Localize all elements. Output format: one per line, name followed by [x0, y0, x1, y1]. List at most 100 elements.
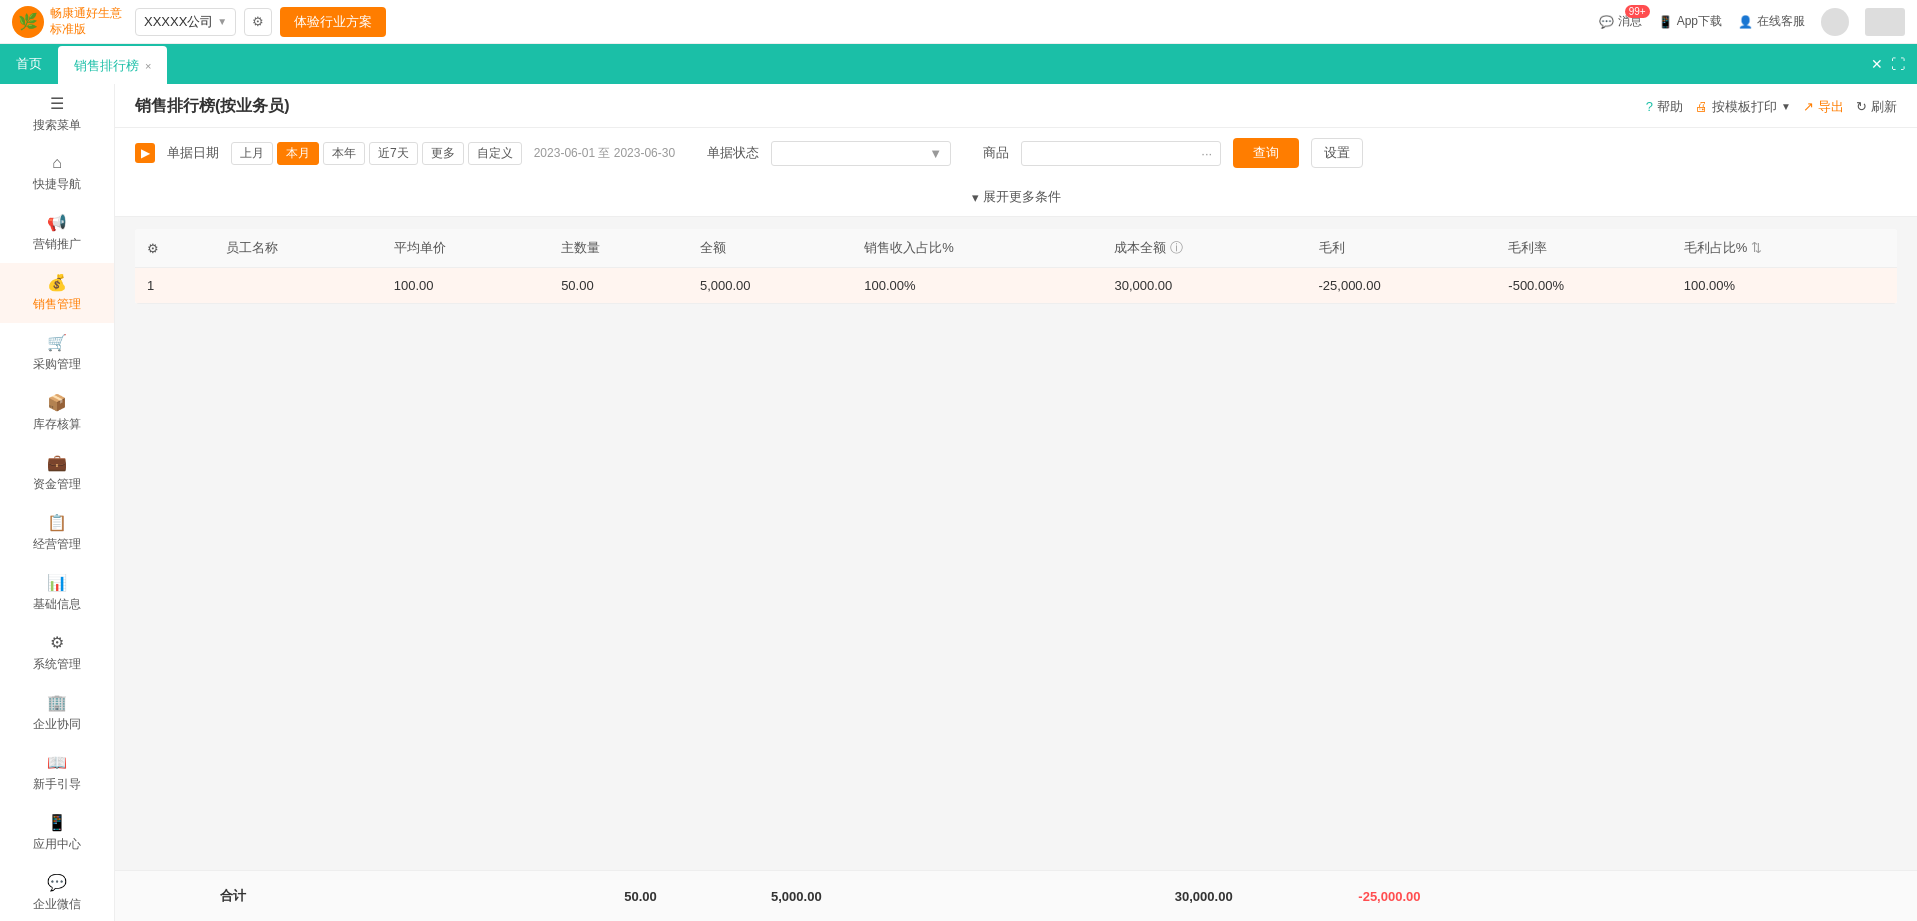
sidebar-item-inventory[interactable]: 📦 库存核算 [0, 383, 114, 443]
tab-sales-ranking[interactable]: 销售排行榜 × [58, 46, 167, 86]
sidebar-item-system[interactable]: ⚙ 系统管理 [0, 623, 114, 683]
page-header: 销售排行榜(按业务员) ? 帮助 🖨 按模板打印 ▼ ↗ 导出 ↻ 刷新 [115, 84, 1917, 128]
export-button[interactable]: ↗ 导出 [1803, 98, 1844, 116]
settings-small-button[interactable]: 设置 [1311, 138, 1363, 168]
sidebar-item-guide[interactable]: 📖 新手引导 [0, 743, 114, 803]
sidebar-item-purchase[interactable]: 🛒 采购管理 [0, 323, 114, 383]
footer-main-qty: 50.00 [612, 881, 759, 911]
status-filter-label: 单据状态 [707, 144, 759, 162]
print-icon: 🖨 [1695, 99, 1708, 114]
window-close-icon[interactable]: ✕ [1871, 56, 1883, 72]
sidebar-item-operations[interactable]: 📋 经营管理 [0, 503, 114, 563]
header-settings-button[interactable]: ⚙ [244, 8, 272, 36]
operations-icon: 📋 [47, 513, 67, 532]
sidebar-item-search-order[interactable]: ☰ 搜索菜单 [0, 84, 114, 144]
table-container: ⚙ 员工名称 平均单价 主数量 全额 销售收入占比% 成本全额 ⓘ 毛利 毛利率… [115, 217, 1917, 870]
nav-tabs: 首页 销售排行榜 × ✕ ⛶ [0, 44, 1917, 84]
th-amount: 全额 [688, 229, 852, 268]
th-settings: ⚙ [135, 229, 214, 268]
cell-gross-rate: -500.00% [1496, 268, 1671, 304]
footer-gross-rate [1530, 881, 1714, 911]
top-header: 🌿 畅康通好生意 标准版 XXXXX公司 ▼ ⚙ 体验行业方案 💬 消息 99+… [0, 0, 1917, 44]
data-table: ⚙ 员工名称 平均单价 主数量 全额 销售收入占比% 成本全额 ⓘ 毛利 毛利率… [135, 229, 1897, 304]
page-actions: ? 帮助 🖨 按模板打印 ▼ ↗ 导出 ↻ 刷新 [1646, 98, 1897, 126]
footer-row: 合计 50.00 5,000.00 30,000.00 -25,000.00 [135, 881, 1897, 911]
user-name[interactable] [1865, 8, 1905, 36]
cell-gross: -25,000.00 [1307, 268, 1497, 304]
cell-amount: 5,000.00 [688, 268, 852, 304]
download-icon: 📱 [1658, 15, 1673, 29]
chevron-down-icon: ▼ [929, 146, 942, 161]
footer-amount: 5,000.00 [759, 881, 943, 911]
filter-expand-arrow[interactable]: ▶ [135, 143, 155, 163]
date-btn-this-month[interactable]: 本月 [277, 142, 319, 165]
footer-empty [135, 881, 208, 911]
guide-icon: 📖 [47, 753, 67, 772]
cell-name [214, 268, 381, 304]
th-cost: 成本全额 ⓘ [1102, 229, 1306, 268]
th-gross: 毛利 [1307, 229, 1497, 268]
content-area: 销售排行榜(按业务员) ? 帮助 🖨 按模板打印 ▼ ↗ 导出 ↻ 刷新 [115, 84, 1917, 921]
filter-bar: ▶ 单据日期 上月 本月 本年 近7天 更多 自定义 2023-06-01 至 … [115, 128, 1917, 217]
tab-close-icon[interactable]: × [145, 60, 151, 72]
cell-main-qty: 50.00 [549, 268, 688, 304]
cell-avg-price: 100.00 [382, 268, 549, 304]
footer-sales-ratio [943, 881, 1163, 911]
table-row: 1 100.00 50.00 5,000.00 100.00% 30,000.0… [135, 268, 1897, 304]
main-layout: ☰ 搜索菜单 ⌂ 快捷导航 📢 营销推广 💰 销售管理 🛒 采购管理 📦 库存核… [0, 84, 1917, 921]
sidebar: ☰ 搜索菜单 ⌂ 快捷导航 📢 营销推广 💰 销售管理 🛒 采购管理 📦 库存核… [0, 84, 115, 921]
date-filter-label: 单据日期 [167, 144, 219, 162]
date-btn-last-month[interactable]: 上月 [231, 142, 273, 165]
tab-home[interactable]: 首页 [0, 44, 58, 84]
window-maximize-icon[interactable]: ⛶ [1891, 56, 1905, 72]
template-print-button[interactable]: 🖨 按模板打印 ▼ [1695, 98, 1791, 116]
date-range-display: 2023-06-01 至 2023-06-30 [534, 145, 675, 162]
sidebar-item-sales[interactable]: 💰 销售管理 [0, 263, 114, 323]
sales-icon: 💰 [47, 273, 67, 292]
refresh-icon: ↻ [1856, 99, 1867, 114]
help-button[interactable]: ? 帮助 [1646, 98, 1683, 116]
filter-expand-row: ▾ 展开更多条件 [135, 184, 1897, 206]
sidebar-item-apps[interactable]: 📱 应用中心 [0, 803, 114, 863]
sidebar-item-quick-nav[interactable]: ⌂ 快捷导航 [0, 144, 114, 203]
chevron-down-icon: ▼ [217, 16, 227, 27]
sort-icon[interactable]: ⇅ [1751, 240, 1762, 255]
industry-button[interactable]: 体验行业方案 [280, 7, 386, 37]
expand-more-btn[interactable]: ▾ 展开更多条件 [972, 188, 1061, 206]
export-icon: ↗ [1803, 99, 1814, 114]
sidebar-item-marketing[interactable]: 📢 营销推广 [0, 203, 114, 263]
goods-input[interactable]: ··· [1021, 141, 1221, 166]
basic-info-icon: 📊 [47, 573, 67, 592]
status-select[interactable]: ▼ [771, 141, 951, 166]
cell-cost: 30,000.00 [1102, 268, 1306, 304]
message-button[interactable]: 💬 消息 99+ [1599, 13, 1642, 30]
more-icon: ··· [1201, 146, 1212, 161]
table-header-row: ⚙ 员工名称 平均单价 主数量 全额 销售收入占比% 成本全额 ⓘ 毛利 毛利率… [135, 229, 1897, 268]
footer-gross: -25,000.00 [1346, 881, 1530, 911]
company-selector[interactable]: XXXXX公司 ▼ [135, 8, 236, 36]
system-icon: ⚙ [50, 633, 64, 652]
th-name: 员工名称 [214, 229, 381, 268]
sidebar-item-enterprise[interactable]: 🏢 企业协同 [0, 683, 114, 743]
date-btn-custom[interactable]: 自定义 [468, 142, 522, 165]
service-icon: 👤 [1738, 15, 1753, 29]
refresh-button[interactable]: ↻ 刷新 [1856, 98, 1897, 116]
date-btn-7days[interactable]: 近7天 [369, 142, 418, 165]
sidebar-item-basic-info[interactable]: 📊 基础信息 [0, 563, 114, 623]
footer-label: 合计 [208, 881, 428, 911]
th-avg-price: 平均单价 [382, 229, 549, 268]
footer-gross-ratio [1713, 881, 1897, 911]
online-service-button[interactable]: 👤 在线客服 [1738, 13, 1805, 30]
logo-icon: 🌿 [12, 6, 44, 38]
date-btn-this-year[interactable]: 本年 [323, 142, 365, 165]
sidebar-item-finance[interactable]: 💼 资金管理 [0, 443, 114, 503]
wechat-icon: 💬 [47, 873, 67, 892]
chevron-down-icon: ▾ [972, 190, 979, 205]
sidebar-item-wechat[interactable]: 💬 企业微信 [0, 863, 114, 921]
query-button[interactable]: 查询 [1233, 138, 1299, 168]
info-icon[interactable]: ⓘ [1170, 240, 1183, 255]
date-btn-more[interactable]: 更多 [422, 142, 464, 165]
page-title: 销售排行榜(按业务员) [135, 96, 290, 127]
avatar[interactable] [1821, 8, 1849, 36]
app-download-button[interactable]: 📱 App下载 [1658, 13, 1722, 30]
